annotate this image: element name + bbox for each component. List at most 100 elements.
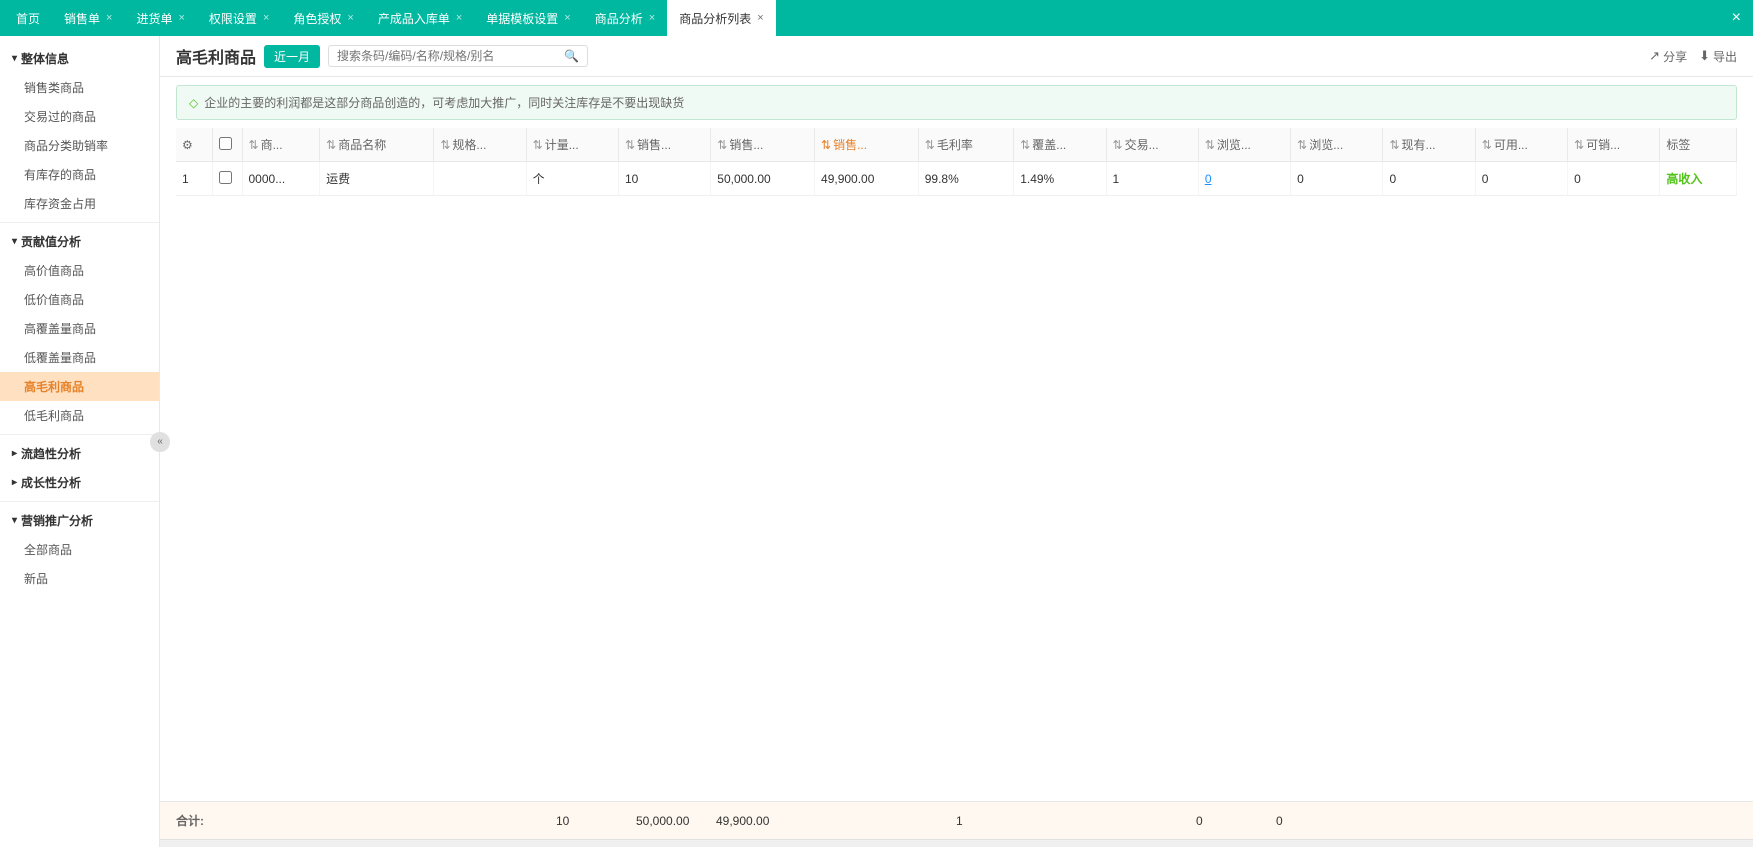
top-nav: 首页 销售单 × 进货单 × 权限设置 × 角色授权 × 产成品入库单 × 单据… bbox=[0, 0, 1753, 36]
filter-month-btn[interactable]: 近一月 bbox=[264, 45, 320, 68]
sidebar-section-overall[interactable]: ▾ 整体信息 bbox=[0, 44, 159, 73]
sidebar-item-low-value[interactable]: 低价值商品 bbox=[0, 285, 159, 314]
arrow-trend: ▸ bbox=[12, 448, 17, 459]
content-area: 高毛利商品 近一月 🔍 ↗ 分享 ⬇ 导出 ◇ 企业的主要的利润都是这部分商品创… bbox=[160, 36, 1753, 847]
arrow-overall: ▾ bbox=[12, 53, 17, 64]
arrow-marketing: ▾ bbox=[12, 515, 17, 526]
footer-total-sales3: 49,900.00 bbox=[710, 814, 790, 828]
close-tab-product-analysis[interactable]: × bbox=[649, 12, 655, 24]
tab-product-analysis-list[interactable]: 商品分析列表 × bbox=[667, 0, 775, 36]
close-all-tabs[interactable]: × bbox=[1724, 9, 1749, 27]
footer-bar: 合计: 10 50,000.00 49,900.00 1 0 0 bbox=[160, 801, 1753, 839]
tab-product-analysis[interactable]: 商品分析 × bbox=[583, 0, 667, 36]
settings-icon[interactable]: ⚙ bbox=[182, 138, 193, 152]
close-tab-product-inbound[interactable]: × bbox=[456, 12, 462, 24]
table-row[interactable]: 1 0000... 运费 个 10 50,000.00 49,900.00 99… bbox=[176, 162, 1737, 196]
close-tab-purchase[interactable]: × bbox=[178, 12, 184, 24]
cell-tag: 高收入 bbox=[1660, 162, 1737, 196]
tab-sales-order[interactable]: 销售单 × bbox=[52, 0, 124, 36]
sidebar-item-high-coverage[interactable]: 高覆盖量商品 bbox=[0, 314, 159, 343]
export-icon: ⬇ bbox=[1699, 48, 1710, 64]
info-bar: ◇ 企业的主要的利润都是这部分商品创造的，可考虑加大推广，同时关注库存是不要出现… bbox=[176, 85, 1737, 120]
col-sales2: ⇅销售... bbox=[711, 128, 815, 162]
footer-cell-empty1 bbox=[224, 814, 260, 828]
share-icon: ↗ bbox=[1649, 48, 1660, 64]
footer-total-sales1: 10 bbox=[550, 814, 630, 828]
cell-browse1[interactable]: 0 bbox=[1198, 162, 1290, 196]
cell-sales1: 10 bbox=[618, 162, 710, 196]
footer-cell-empty2 bbox=[260, 814, 290, 828]
sidebar-item-high-margin[interactable]: 高毛利商品 bbox=[0, 372, 159, 401]
main-layout: ▾ 整体信息 销售类商品 交易过的商品 商品分类助销率 有库存的商品 库存资金占… bbox=[0, 36, 1753, 847]
cell-stock2: 0 bbox=[1475, 162, 1567, 196]
sidebar-item-sales-goods[interactable]: 销售类商品 bbox=[0, 73, 159, 102]
sidebar-section-contribution[interactable]: ▾ 贡献值分析 bbox=[0, 227, 159, 256]
tab-template[interactable]: 单据模板设置 × bbox=[474, 0, 582, 36]
col-sales3: ⇅销售... bbox=[815, 128, 919, 162]
sidebar-item-traded-goods[interactable]: 交易过的商品 bbox=[0, 102, 159, 131]
cell-stock3: 0 bbox=[1568, 162, 1660, 196]
footer-cell-empty4 bbox=[350, 814, 430, 828]
footer-empty-coverage bbox=[870, 814, 950, 828]
cell-stock1: 0 bbox=[1383, 162, 1475, 196]
col-tag: 标签 bbox=[1660, 128, 1737, 162]
sidebar-item-all-goods[interactable]: 全部商品 bbox=[0, 535, 159, 564]
tab-purchase[interactable]: 进货单 × bbox=[124, 0, 196, 36]
col-checkbox bbox=[212, 128, 242, 162]
tab-permission[interactable]: 权限设置 × bbox=[197, 0, 281, 36]
cell-browse2: 0 bbox=[1291, 162, 1383, 196]
col-sales1: ⇅销售... bbox=[618, 128, 710, 162]
arrow-growth: ▸ bbox=[12, 477, 17, 488]
footer-total-stock2: 0 bbox=[1270, 814, 1350, 828]
search-icon[interactable]: 🔍 bbox=[564, 49, 579, 63]
sidebar-item-new-goods[interactable]: 新品 bbox=[0, 564, 159, 593]
cell-sales3: 49,900.00 bbox=[815, 162, 919, 196]
tab-product-inbound[interactable]: 产成品入库单 × bbox=[366, 0, 474, 36]
footer-empty-browse2 bbox=[1110, 814, 1190, 828]
cell-code: 0000... bbox=[242, 162, 320, 196]
footer-cell-empty6 bbox=[490, 814, 550, 828]
bottom-scrollbar[interactable] bbox=[160, 839, 1753, 847]
share-btn[interactable]: ↗ 分享 bbox=[1649, 48, 1687, 65]
sidebar-section-marketing[interactable]: ▾ 营销推广分析 bbox=[0, 506, 159, 535]
header-actions: ↗ 分享 ⬇ 导出 bbox=[1649, 48, 1737, 65]
close-tab-role[interactable]: × bbox=[347, 12, 353, 24]
tab-role[interactable]: 角色授权 × bbox=[281, 0, 365, 36]
close-tab-permission[interactable]: × bbox=[263, 12, 269, 24]
close-tab-product-analysis-list[interactable]: × bbox=[757, 12, 763, 24]
select-all-checkbox[interactable] bbox=[219, 137, 232, 150]
sidebar-item-stock-capital[interactable]: 库存资金占用 bbox=[0, 189, 159, 218]
search-box: 🔍 bbox=[328, 45, 588, 67]
cell-checkbox[interactable] bbox=[212, 162, 242, 196]
sidebar: ▾ 整体信息 销售类商品 交易过的商品 商品分类助销率 有库存的商品 库存资金占… bbox=[0, 36, 160, 847]
sidebar-item-in-stock[interactable]: 有库存的商品 bbox=[0, 160, 159, 189]
info-icon: ◇ bbox=[189, 96, 198, 110]
export-btn[interactable]: ⬇ 导出 bbox=[1699, 48, 1737, 65]
col-index: ⚙ bbox=[176, 128, 212, 162]
cell-gross-rate: 99.8% bbox=[918, 162, 1013, 196]
sidebar-section-growth[interactable]: ▸ 成长性分析 bbox=[0, 468, 159, 497]
footer-values: 10 50,000.00 49,900.00 1 0 0 bbox=[224, 814, 1737, 828]
sidebar-section-trend[interactable]: ▸ 流趋性分析 bbox=[0, 439, 159, 468]
cell-unit: 个 bbox=[526, 162, 618, 196]
sidebar-item-low-margin[interactable]: 低毛利商品 bbox=[0, 401, 159, 430]
arrow-contribution: ▾ bbox=[12, 236, 17, 247]
col-code: ⇅商... bbox=[242, 128, 320, 162]
search-input[interactable] bbox=[337, 49, 560, 63]
col-coverage: ⇅覆盖... bbox=[1014, 128, 1106, 162]
sidebar-collapse-btn[interactable]: « bbox=[150, 432, 170, 452]
footer-label: 合计: bbox=[176, 812, 204, 829]
footer-empty-rate bbox=[790, 814, 870, 828]
col-browse1: ⇅浏览... bbox=[1198, 128, 1290, 162]
col-stock2: ⇅可用... bbox=[1475, 128, 1567, 162]
cell-index: 1 bbox=[176, 162, 212, 196]
sidebar-item-category-rate[interactable]: 商品分类助销率 bbox=[0, 131, 159, 160]
close-tab-sales-order[interactable]: × bbox=[106, 12, 112, 24]
tab-home[interactable]: 首页 bbox=[4, 0, 52, 36]
table-wrapper[interactable]: ⚙ ⇅商... ⇅商品名称 ⇅规格... ⇅计量... ⇅销售... ⇅销售..… bbox=[160, 128, 1753, 801]
sidebar-item-low-coverage[interactable]: 低覆盖量商品 bbox=[0, 343, 159, 372]
footer-cell-empty3 bbox=[290, 814, 350, 828]
close-tab-template[interactable]: × bbox=[564, 12, 570, 24]
table-header-row: ⚙ ⇅商... ⇅商品名称 ⇅规格... ⇅计量... ⇅销售... ⇅销售..… bbox=[176, 128, 1737, 162]
sidebar-item-high-value[interactable]: 高价值商品 bbox=[0, 256, 159, 285]
